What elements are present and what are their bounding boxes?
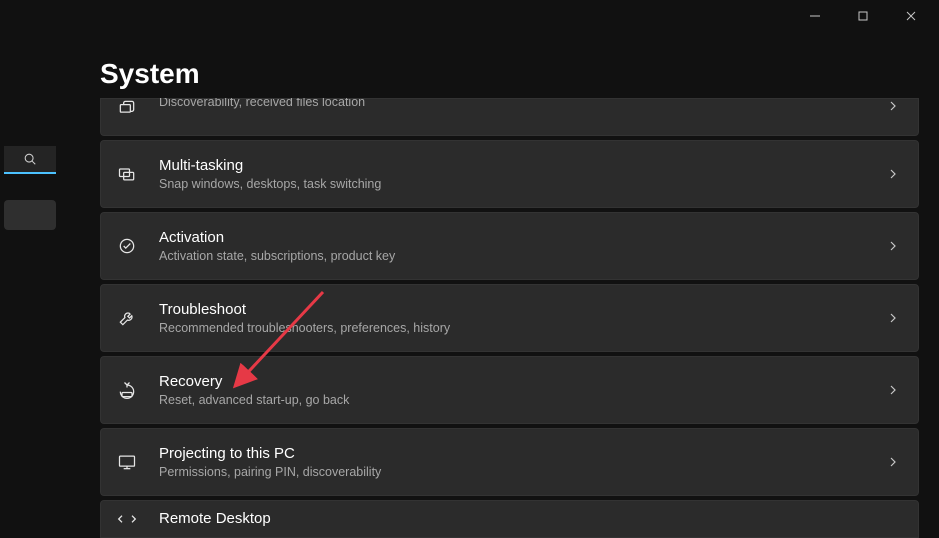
list-item-title: Remote Desktop xyxy=(159,510,900,528)
list-item-activation[interactable]: Activation Activation state, subscriptio… xyxy=(100,212,919,280)
chevron-right-icon xyxy=(886,167,900,181)
close-button[interactable] xyxy=(897,2,925,30)
chevron-right-icon xyxy=(886,239,900,253)
activation-icon xyxy=(115,234,139,258)
search-icon xyxy=(23,152,37,166)
list-item-subtitle: Activation state, subscriptions, product… xyxy=(159,249,886,264)
chevron-right-icon xyxy=(886,99,900,113)
list-item-title: Troubleshoot xyxy=(159,301,886,319)
chevron-right-icon xyxy=(886,311,900,325)
minimize-button[interactable] xyxy=(801,2,829,30)
list-item-projecting[interactable]: Projecting to this PC Permissions, pairi… xyxy=(100,428,919,496)
projecting-icon xyxy=(115,450,139,474)
list-item-title: Recovery xyxy=(159,373,886,391)
list-item-title: Activation xyxy=(159,229,886,247)
list-item-title: Multi-tasking xyxy=(159,157,886,175)
list-item-subtitle: Snap windows, desktops, task switching xyxy=(159,177,886,192)
chevron-right-icon xyxy=(886,383,900,397)
list-item-troubleshoot[interactable]: Troubleshoot Recommended troubleshooters… xyxy=(100,284,919,352)
page-title: System xyxy=(100,58,200,90)
minimize-icon xyxy=(809,10,821,22)
multitasking-icon xyxy=(115,162,139,186)
maximize-icon xyxy=(857,10,869,22)
search-input[interactable] xyxy=(4,146,56,174)
troubleshoot-icon xyxy=(115,306,139,330)
list-item-multitasking[interactable]: Multi-tasking Snap windows, desktops, ta… xyxy=(100,140,919,208)
list-item-subtitle: Reset, advanced start-up, go back xyxy=(159,393,886,408)
nearby-sharing-icon xyxy=(115,98,139,120)
window-controls xyxy=(787,0,939,32)
settings-list: Discoverability, received files location… xyxy=(100,98,919,538)
list-item-title: Projecting to this PC xyxy=(159,445,886,463)
chevron-right-icon xyxy=(886,455,900,469)
close-icon xyxy=(905,10,917,22)
recovery-icon xyxy=(115,378,139,402)
list-item-subtitle: Permissions, pairing PIN, discoverabilit… xyxy=(159,465,886,480)
nav-item-selected[interactable] xyxy=(4,200,56,230)
list-item-nearby-sharing[interactable]: Discoverability, received files location xyxy=(100,98,919,136)
remote-desktop-icon xyxy=(115,507,139,531)
list-item-recovery[interactable]: Recovery Reset, advanced start-up, go ba… xyxy=(100,356,919,424)
maximize-button[interactable] xyxy=(849,2,877,30)
list-item-remote-desktop[interactable]: Remote Desktop xyxy=(100,500,919,538)
list-item-subtitle: Discoverability, received files location xyxy=(159,98,886,110)
left-rail xyxy=(0,0,60,538)
list-item-subtitle: Recommended troubleshooters, preferences… xyxy=(159,321,886,336)
